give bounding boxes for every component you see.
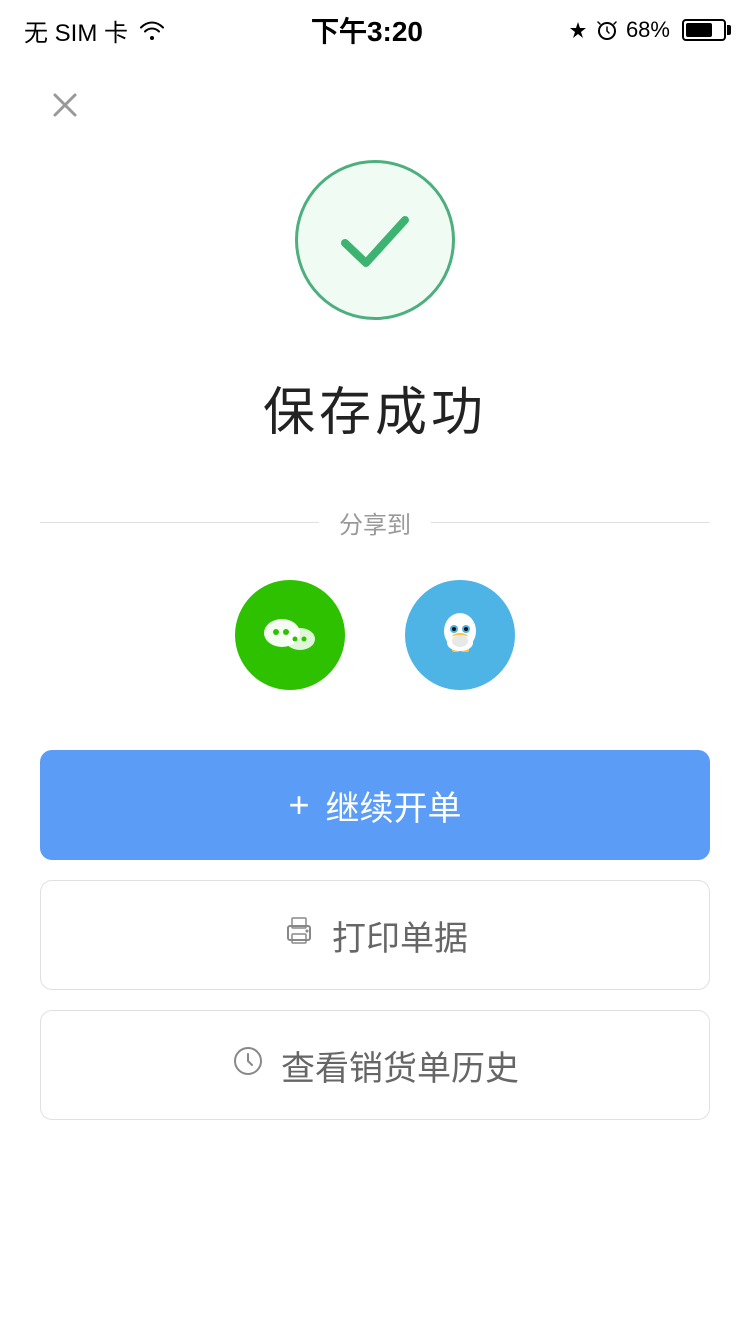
main-content: 保存成功 分享到: [0, 60, 750, 1160]
wechat-icon: [258, 603, 323, 668]
checkmark-icon: [330, 195, 420, 285]
success-icon-circle: [295, 160, 455, 320]
continue-icon: +: [288, 784, 309, 826]
print-button[interactable]: 打印单据: [40, 880, 710, 990]
print-icon: [282, 914, 316, 957]
status-bar: 无 SIM 卡 下午3:20 68%: [0, 0, 750, 60]
status-time: 下午3:20: [311, 10, 423, 50]
history-icon: [231, 1044, 265, 1087]
battery-icon: [682, 19, 726, 41]
location-icon: [568, 20, 588, 40]
success-title: 保存成功: [263, 370, 487, 445]
history-label: 查看销货单历史: [281, 1041, 519, 1090]
share-divider: 分享到: [40, 505, 710, 540]
qq-icon: [428, 603, 493, 668]
divider-line-right: [431, 522, 710, 523]
continue-button[interactable]: + 继续开单: [40, 750, 710, 860]
alarm-icon: [596, 19, 618, 41]
battery-percent: 68%: [626, 17, 670, 43]
status-left: 无 SIM 卡: [24, 13, 166, 48]
share-section: 分享到: [40, 505, 710, 690]
print-label: 打印单据: [332, 911, 468, 960]
no-sim-text: 无 SIM 卡: [24, 13, 128, 48]
share-icons-container: [40, 580, 710, 690]
close-button[interactable]: [40, 80, 90, 130]
qq-share-button[interactable]: [405, 580, 515, 690]
wifi-icon: [138, 20, 166, 40]
action-buttons: + 继续开单 打印单据 查看销货单历史: [40, 750, 710, 1120]
history-button[interactable]: 查看销货单历史: [40, 1010, 710, 1120]
status-right: 68%: [568, 17, 726, 43]
continue-label: 继续开单: [326, 781, 462, 830]
wechat-share-button[interactable]: [235, 580, 345, 690]
share-label: 分享到: [339, 505, 411, 540]
divider-line-left: [40, 522, 319, 523]
